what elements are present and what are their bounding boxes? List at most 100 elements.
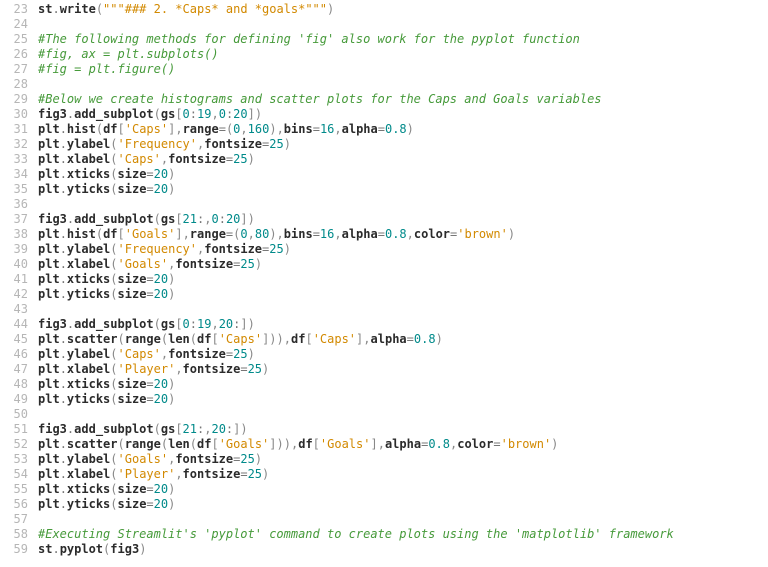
line-content[interactable]: #fig, ax = plt.subplots() [38,47,768,62]
code-line[interactable]: 29#Below we create histograms and scatte… [0,92,768,107]
code-line[interactable]: 41plt.xticks(size=20) [0,272,768,287]
code-line[interactable]: 53plt.ylabel('Goals',fontsize=25) [0,452,768,467]
code-editor[interactable]: 23st.write("""### 2. *Caps* and *goals*"… [0,0,768,567]
line-content[interactable]: plt.ylabel('Frequency',fontsize=25) [38,242,768,257]
code-line[interactable]: 46plt.ylabel('Caps',fontsize=25) [0,347,768,362]
code-line[interactable]: 57 [0,512,768,527]
code-line[interactable]: 49plt.yticks(size=20) [0,392,768,407]
line-content[interactable] [38,77,768,92]
line-content[interactable]: st.pyplot(fig3) [38,542,768,557]
code-line[interactable]: 24 [0,17,768,32]
code-line[interactable]: 45plt.scatter(range(len(df['Caps'])),df[… [0,332,768,347]
code-line[interactable]: 43 [0,302,768,317]
code-line[interactable]: 50 [0,407,768,422]
line-content[interactable]: plt.xlabel('Goals',fontsize=25) [38,257,768,272]
name-token: df [197,437,211,451]
line-content[interactable]: #Executing Streamlit's 'pyplot' command … [38,527,768,542]
punc-token: ) [436,332,443,346]
line-number: 36 [0,197,38,212]
code-line[interactable]: 30fig3.add_subplot(gs[0:19,0:20]) [0,107,768,122]
punc-token: , [284,332,291,346]
code-line[interactable]: 32plt.ylabel('Frequency',fontsize=25) [0,137,768,152]
num-token: 25 [233,347,247,361]
line-content[interactable]: plt.scatter(range(len(df['Caps'])),df['C… [38,332,768,347]
code-line[interactable]: 55plt.xticks(size=20) [0,482,768,497]
dot-token: . [60,377,67,391]
line-content[interactable]: #Below we create histograms and scatter … [38,92,768,107]
name-token: plt [38,137,60,151]
code-line[interactable]: 38plt.hist(df['Goals'],range=(0,80),bins… [0,227,768,242]
code-line[interactable]: 59st.pyplot(fig3) [0,542,768,557]
punc-token: ( [110,242,117,256]
punc-token: ( [154,107,161,121]
code-line[interactable]: 51fig3.add_subplot(gs[21:,20:]) [0,422,768,437]
line-content[interactable]: st.write("""### 2. *Caps* and *goals*"""… [38,2,768,17]
line-content[interactable]: plt.yticks(size=20) [38,497,768,512]
line-content[interactable]: fig3.add_subplot(gs[0:19,20:]) [38,317,768,332]
code-line[interactable]: 23st.write("""### 2. *Caps* and *goals*"… [0,2,768,17]
comment-token: #Executing Streamlit's 'pyplot' command … [38,527,674,541]
code-line[interactable]: 54plt.xlabel('Player',fontsize=25) [0,467,768,482]
name-token: add_subplot [74,422,153,436]
code-line[interactable]: 31plt.hist(df['Caps'],range=(0,160),bins… [0,122,768,137]
line-number: 41 [0,272,38,287]
code-line[interactable]: 25#The following methods for defining 'f… [0,32,768,47]
punc-token: , [334,122,341,136]
code-line[interactable]: 48plt.xticks(size=20) [0,377,768,392]
line-number: 31 [0,122,38,137]
line-content[interactable]: fig3.add_subplot(gs[21:,20:]) [38,422,768,437]
code-line[interactable]: 56plt.yticks(size=20) [0,497,768,512]
code-line[interactable]: 26#fig, ax = plt.subplots() [0,47,768,62]
code-line[interactable]: 34plt.xticks(size=20) [0,167,768,182]
line-content[interactable]: plt.ylabel('Caps',fontsize=25) [38,347,768,362]
line-content[interactable] [38,197,768,212]
code-line[interactable]: 35plt.yticks(size=20) [0,182,768,197]
code-line[interactable]: 44fig3.add_subplot(gs[0:19,20:]) [0,317,768,332]
line-content[interactable] [38,302,768,317]
line-content[interactable]: plt.ylabel('Frequency',fontsize=25) [38,137,768,152]
code-line[interactable]: 37fig3.add_subplot(gs[21:,0:20]) [0,212,768,227]
line-content[interactable]: plt.xticks(size=20) [38,482,768,497]
line-content[interactable]: plt.xticks(size=20) [38,272,768,287]
line-content[interactable]: plt.xticks(size=20) [38,167,768,182]
code-line[interactable]: 36 [0,197,768,212]
code-line[interactable]: 28 [0,77,768,92]
code-line[interactable]: 42plt.yticks(size=20) [0,287,768,302]
name-token: plt [38,362,60,376]
line-content[interactable]: plt.xlabel('Player',fontsize=25) [38,467,768,482]
code-line[interactable]: 27#fig = plt.figure() [0,62,768,77]
line-content[interactable]: #The following methods for defining 'fig… [38,32,768,47]
line-content[interactable] [38,17,768,32]
punc-token: ( [110,392,117,406]
punc-token: ) [168,167,175,181]
name-token: color [457,437,493,451]
punc-token: ( [161,437,168,451]
num-token: 25 [269,137,283,151]
line-content[interactable] [38,512,768,527]
num-token: 20 [211,422,225,436]
code-line[interactable]: 39plt.ylabel('Frequency',fontsize=25) [0,242,768,257]
line-content[interactable]: plt.hist(df['Goals'],range=(0,80),bins=1… [38,227,768,242]
code-line[interactable]: 47plt.xlabel('Player',fontsize=25) [0,362,768,377]
line-content[interactable]: #fig = plt.figure() [38,62,768,77]
code-line[interactable]: 52plt.scatter(range(len(df['Goals'])),df… [0,437,768,452]
code-line[interactable]: 33plt.xlabel('Caps',fontsize=25) [0,152,768,167]
line-content[interactable]: plt.xticks(size=20) [38,377,768,392]
line-content[interactable]: plt.scatter(range(len(df['Goals'])),df['… [38,437,768,452]
line-content[interactable]: plt.yticks(size=20) [38,287,768,302]
line-content[interactable]: plt.ylabel('Goals',fontsize=25) [38,452,768,467]
punc-token: , [183,227,190,241]
line-content[interactable]: plt.xlabel('Caps',fontsize=25) [38,152,768,167]
line-content[interactable]: fig3.add_subplot(gs[0:19,0:20]) [38,107,768,122]
punc-token: ) [139,542,146,556]
code-line[interactable]: 58#Executing Streamlit's 'pyplot' comman… [0,527,768,542]
line-content[interactable] [38,407,768,422]
line-content[interactable]: fig3.add_subplot(gs[21:,0:20]) [38,212,768,227]
name-token: fontsize [204,242,262,256]
line-content[interactable]: plt.xlabel('Player',fontsize=25) [38,362,768,377]
code-line[interactable]: 40plt.xlabel('Goals',fontsize=25) [0,257,768,272]
line-content[interactable]: plt.hist(df['Caps'],range=(0,160),bins=1… [38,122,768,137]
op-token: = [146,182,153,196]
line-content[interactable]: plt.yticks(size=20) [38,182,768,197]
line-content[interactable]: plt.yticks(size=20) [38,392,768,407]
